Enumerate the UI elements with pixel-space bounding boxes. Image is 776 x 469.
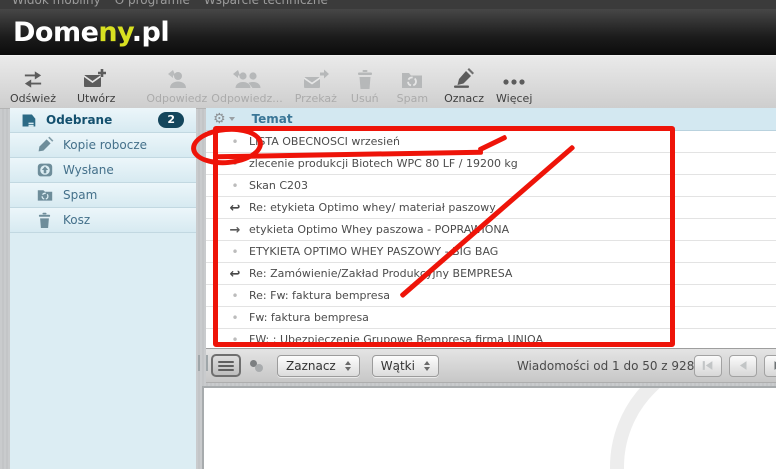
message-row[interactable]: Re: etykieta Optimo whey/ materiał paszo… [206,197,776,219]
logo-bar: Domeny.pl [0,9,776,55]
select-mark-dropdown[interactable]: Zaznacz [277,354,360,377]
sidebar-item-inbox[interactable]: Odebrane 2 [10,108,196,133]
domeny-pl-logo: Domeny.pl [13,17,170,48]
message-row[interactable]: Fw: faktura bempresa [206,307,776,329]
replied-arrow-icon [227,202,243,214]
forward-icon [303,64,329,89]
pagination [694,354,776,377]
mark-button[interactable]: Oznacz [444,64,484,105]
compose-button[interactable]: Utwórz [77,64,115,105]
message-row[interactable]: ETYKIETA OPTIMO WHEY PASZOWY - BIG BAG [206,241,776,263]
list-footer-bar: Zaznacz Wątki Wiadomości od 1 do 50 z 92… [206,348,776,383]
conversation-icon[interactable] [249,359,265,373]
chevron-down-icon [228,117,235,121]
unread-dot-icon [227,290,243,301]
more-button[interactable]: Więcej [496,64,532,105]
sidebar-item-sent[interactable]: Wysłane [10,158,196,183]
delete-button[interactable]: Usuń [351,64,379,105]
link-about[interactable]: O programie [115,0,190,7]
message-row[interactable]: LISTA OBECNOSCI wrzesień [206,131,776,153]
spinner-arrows-icon [423,360,430,371]
link-mobile-view[interactable]: Widok mobilny [12,0,101,7]
message-list: ⚙ Temat LISTA OBECNOSCI wrzesień zleceni… [206,108,776,351]
folder-sidebar: Odebrane 2 Kopie robocze Wysłane Spam Ko… [10,108,196,469]
sent-icon [37,162,54,179]
spinner-arrows-icon [344,360,351,371]
spam-folder-icon [37,187,54,204]
inbox-icon [20,112,37,129]
sidebar-item-spam[interactable]: Spam [10,183,196,208]
top-links-bar: Widok mobilny O programie Wsparcie techn… [0,0,776,9]
spam-button[interactable]: Spam [397,64,428,105]
threads-dropdown[interactable]: Wątki [371,354,439,377]
reply-all-icon [232,64,262,89]
webmail-app: Widok mobilny O programie Wsparcie techn… [0,0,776,469]
list-options-button[interactable]: ⚙ [213,112,235,126]
message-row[interactable]: Re: Zamówienie/Zakład Produkcyjny BEMPRE… [206,263,776,285]
unread-dot-icon [227,158,243,169]
trash-icon [37,212,54,229]
column-header-subject[interactable]: Temat [252,112,293,126]
sidebar-item-drafts[interactable]: Kopie robocze [10,133,196,158]
sidebar-item-trash[interactable]: Kosz [10,208,196,233]
watermark-ring [610,388,776,469]
unread-dot-icon [227,180,243,191]
message-row[interactable]: Skan C203 [206,175,776,197]
link-support[interactable]: Wsparcie techniczne [204,0,328,7]
next-page-button[interactable] [764,354,776,377]
unread-dot-icon [227,334,243,345]
list-view-toggle-button[interactable] [211,354,241,377]
preview-pane [202,386,776,469]
spam-icon [401,64,423,89]
pencil-icon [37,136,54,154]
forwarded-arrow-icon [227,224,243,236]
mail-toolbar: Odśwież Utwórz Odpowiedz Odpowiedz... Pr… [0,55,776,109]
gear-icon: ⚙ [213,111,226,127]
unread-dot-icon [227,246,243,257]
mark-pencil-icon [452,64,476,89]
reply-icon [166,64,188,89]
prev-page-button[interactable] [729,354,758,377]
unread-count-badge: 2 [158,112,184,128]
reply-all-button[interactable]: Odpowiedz... [211,64,283,105]
message-count-status: Wiadomości od 1 do 50 z 928 [516,358,695,373]
new-mail-icon [83,64,109,89]
unread-dot-icon [227,136,243,147]
forward-button[interactable]: Przekaż [295,64,337,105]
message-row[interactable]: zlecenie produkcji Biotech WPC 80 LF / 1… [206,153,776,175]
message-list-header: ⚙ Temat [206,108,776,131]
trash-icon [356,64,374,89]
message-row[interactable]: Re: Fw: faktura bempresa [206,285,776,307]
more-dots-icon [501,64,527,89]
reply-button[interactable]: Odpowiedz [146,64,207,105]
replied-arrow-icon [227,268,243,280]
unread-dot-icon [227,312,243,323]
refresh-button[interactable]: Odśwież [10,64,56,105]
first-page-button[interactable] [694,354,723,377]
refresh-icon [22,64,44,89]
message-row[interactable]: etykieta Optimo Whey paszowa - POPRAWION… [206,219,776,241]
pane-splitter-handle[interactable] [198,355,208,371]
